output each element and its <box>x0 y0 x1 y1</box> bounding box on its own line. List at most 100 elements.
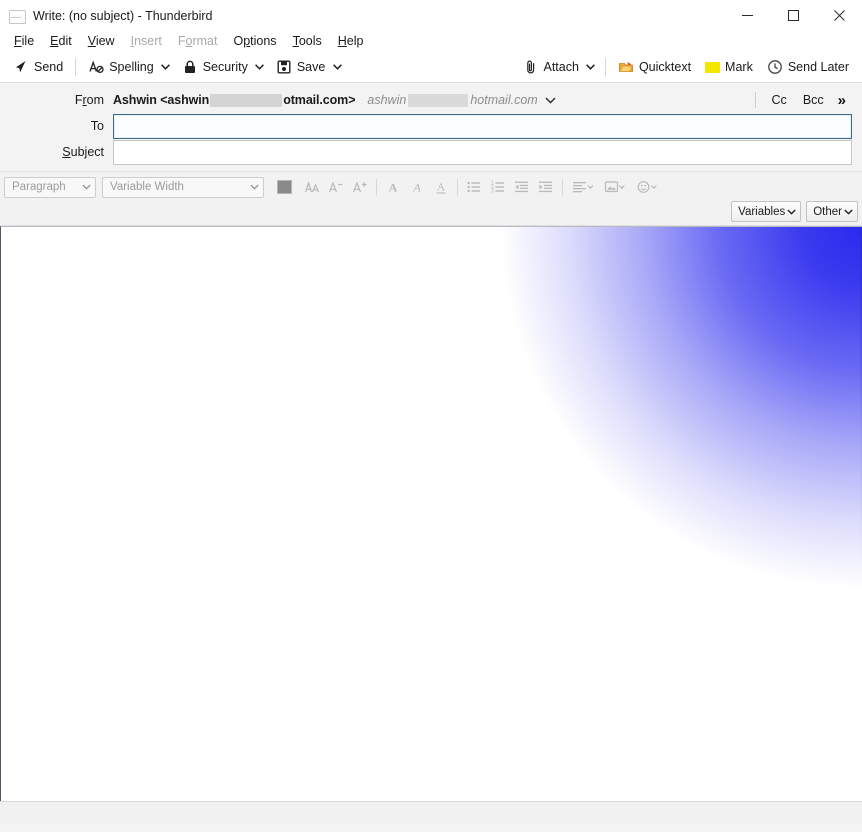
maximize-icon[interactable] <box>770 0 816 31</box>
indent-button[interactable] <box>534 176 558 198</box>
toolbar-separator-2 <box>604 58 606 76</box>
variables-label: Variables <box>738 205 786 218</box>
menu-tools[interactable]: Tools <box>285 31 330 52</box>
outdent-button[interactable] <box>510 176 534 198</box>
window-title: Write: (no subject) - Thunderbird <box>33 8 213 23</box>
mark-label: Mark <box>725 60 753 74</box>
format-separator-3 <box>562 178 563 196</box>
formatting-toolbar-row-1: Paragraph Variable Width A A A 1 2 3 <box>4 175 858 199</box>
quicktext-label: Quicktext <box>638 60 692 74</box>
bullet-list-button[interactable] <box>462 176 486 198</box>
status-bar <box>0 801 862 823</box>
menu-options[interactable]: Options <box>225 31 284 52</box>
menu-edit[interactable]: Edit <box>42 31 80 52</box>
attach-dropdown-icon[interactable] <box>582 55 600 79</box>
chevron-down-icon <box>82 184 91 190</box>
cc-button[interactable]: Cc <box>764 93 795 107</box>
decrease-font-size-button[interactable] <box>324 176 348 198</box>
window-controls <box>724 0 862 31</box>
send-button[interactable]: Send <box>6 55 70 79</box>
numbered-list-button[interactable]: 123 <box>486 176 510 198</box>
svg-text:A: A <box>389 181 398 195</box>
menu-help[interactable]: Help <box>330 31 372 52</box>
clock-icon <box>767 59 783 75</box>
paragraph-style-select[interactable]: Paragraph <box>4 176 96 198</box>
spelling-button[interactable]: Spelling <box>81 55 156 79</box>
menu-view[interactable]: View <box>80 31 123 52</box>
minimize-icon[interactable] <box>724 0 770 31</box>
body-background-gradient <box>1 227 862 801</box>
from-address-suffix: otmail.com> <box>283 93 356 107</box>
quicktext-icon <box>618 59 634 75</box>
security-label: Security <box>202 60 248 74</box>
quicktext-button[interactable]: Quicktext <box>611 55 698 79</box>
format-separator-2 <box>457 178 458 196</box>
mark-color-icon <box>705 61 721 73</box>
variables-button[interactable]: Variables <box>731 201 802 222</box>
bcc-button[interactable]: Bcc <box>795 93 832 107</box>
title-bar: Write: (no subject) - Thunderbird <box>0 0 862 31</box>
from-address-redaction <box>210 93 283 107</box>
main-toolbar: Send Spelling Security Save Attach Quick… <box>0 52 862 83</box>
send-later-label: Send Later <box>787 60 849 74</box>
from-dropdown-icon[interactable] <box>538 96 564 104</box>
chevron-down-icon <box>844 208 853 215</box>
compose-window: Write: (no subject) - Thunderbird File E… <box>0 0 862 832</box>
more-recipients-icon[interactable]: » <box>832 93 852 108</box>
menu-bar: File Edit View Insert Format Options Too… <box>0 31 862 52</box>
insert-button[interactable] <box>599 176 631 198</box>
attach-label: Attach <box>543 60 579 74</box>
spellcheck-icon <box>88 59 104 75</box>
header-separator <box>754 92 756 108</box>
subject-label: Subject <box>62 145 104 159</box>
save-dropdown-icon[interactable] <box>328 55 346 79</box>
text-color-button[interactable] <box>268 176 300 198</box>
send-later-button[interactable]: Send Later <box>760 55 856 79</box>
from-address-prefix: Ashwin <ashwin <box>113 93 210 107</box>
increase-font-size-button[interactable] <box>348 176 372 198</box>
to-input[interactable] <box>113 113 852 139</box>
format-separator-1 <box>376 178 377 196</box>
message-body-editor[interactable] <box>0 226 862 801</box>
save-button[interactable]: Save <box>269 55 329 79</box>
from-alt-redaction <box>408 93 469 107</box>
from-label: From <box>74 93 104 107</box>
subject-input[interactable] <box>113 139 852 165</box>
formatting-toolbar-row-2: Variables Other <box>4 199 858 223</box>
save-icon <box>276 59 292 75</box>
font-family-value: Variable Width <box>110 181 184 193</box>
paperclip-icon <box>523 59 539 75</box>
security-dropdown-icon[interactable] <box>251 55 269 79</box>
menu-file[interactable]: File <box>6 31 42 52</box>
to-row: To <box>0 113 862 139</box>
to-label: To <box>90 119 104 133</box>
font-family-select[interactable]: Variable Width <box>102 176 264 198</box>
security-button[interactable]: Security <box>175 55 251 79</box>
chevron-down-icon <box>787 208 796 215</box>
from-identity-selector[interactable]: Ashwin <ashwin otmail.com> ashwin hotmai… <box>113 93 747 107</box>
spelling-label: Spelling <box>109 60 154 74</box>
compose-icon <box>9 8 26 24</box>
menu-insert: Insert <box>130 34 162 48</box>
compose-headers: From Ashwin <ashwin otmail.com> ashwin h… <box>0 83 862 172</box>
other-button[interactable]: Other <box>806 201 858 222</box>
attach-button[interactable]: Attach <box>516 55 582 79</box>
italic-button[interactable]: A <box>405 176 429 198</box>
align-button[interactable] <box>567 176 599 198</box>
color-swatch-icon <box>276 180 292 194</box>
bold-button[interactable]: A <box>381 176 405 198</box>
from-alt-prefix: ashwin <box>367 93 407 107</box>
subject-row: Subject <box>0 139 862 165</box>
window-bottom-gap <box>0 823 862 832</box>
mark-button[interactable]: Mark <box>698 55 760 79</box>
emoticon-button[interactable] <box>631 176 663 198</box>
svg-text:3: 3 <box>491 189 494 195</box>
svg-text:A: A <box>412 181 421 195</box>
spelling-dropdown-icon[interactable] <box>157 55 175 79</box>
highlight-color-button[interactable] <box>300 176 324 198</box>
close-icon[interactable] <box>816 0 862 31</box>
paragraph-style-value: Paragraph <box>12 181 66 193</box>
svg-text:A: A <box>437 182 445 194</box>
save-label: Save <box>296 60 326 74</box>
underline-button[interactable]: A <box>429 176 453 198</box>
